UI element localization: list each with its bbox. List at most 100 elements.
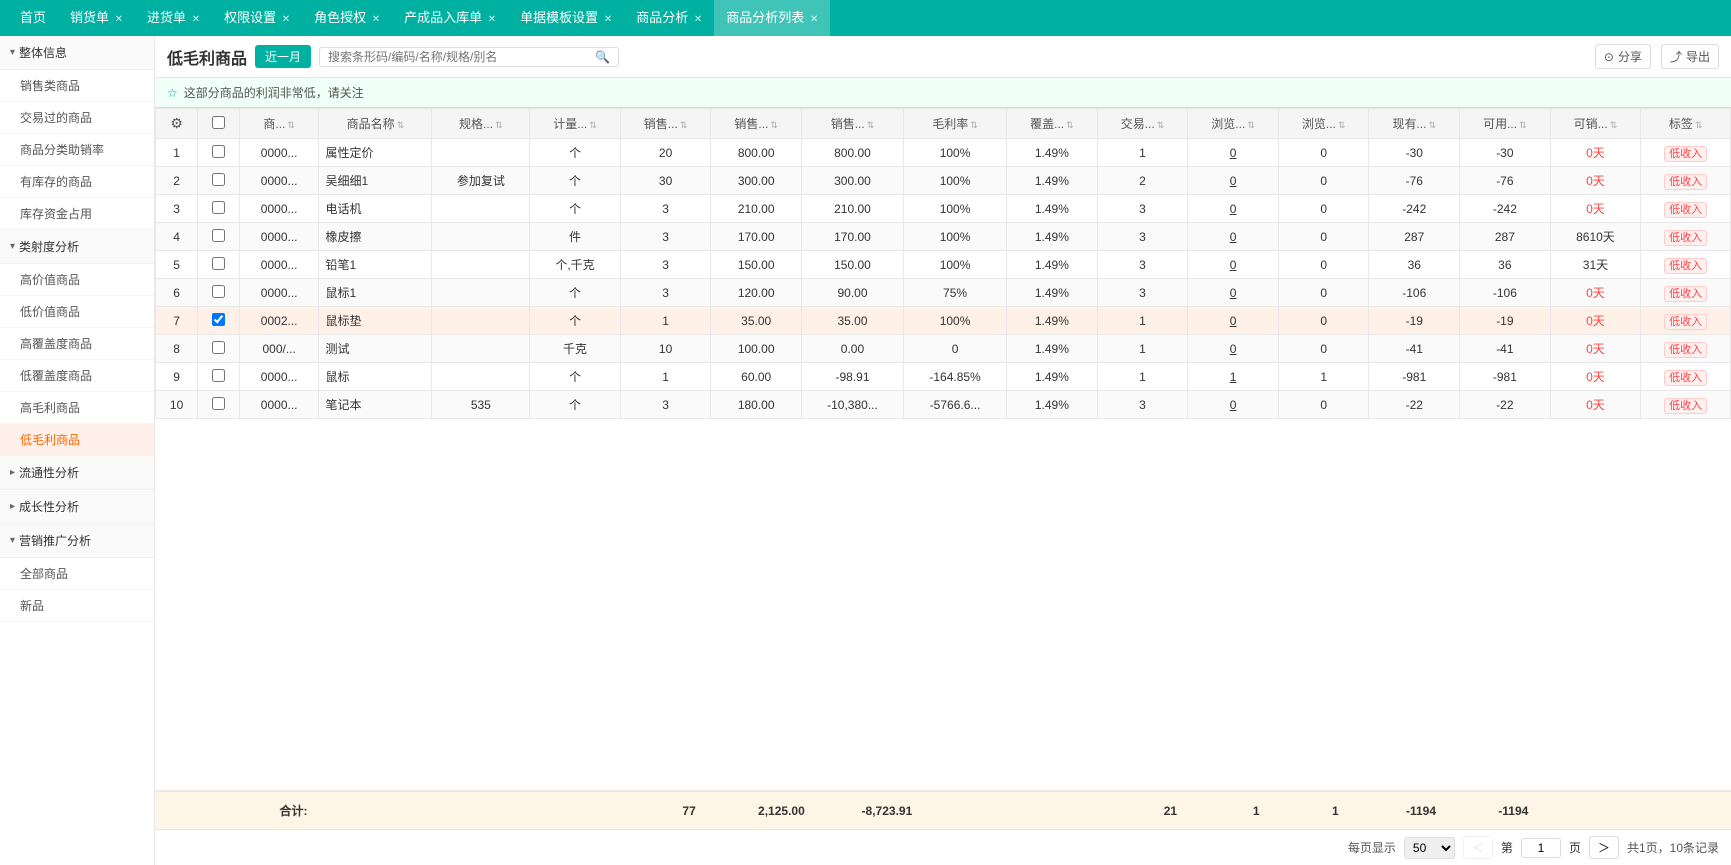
sidebar-group-analysis[interactable]: ▾ 类射度分析 — [0, 230, 154, 264]
row-checkbox[interactable] — [212, 201, 225, 214]
cell-spec: 参加复试 — [432, 167, 530, 195]
close-template-icon[interactable]: ✕ — [604, 14, 612, 25]
sidebar-item-low-value[interactable]: 低价值商品 — [0, 296, 154, 328]
cell-browse1[interactable]: 1 — [1188, 363, 1279, 391]
col-sales-price-header[interactable]: 销售...⇅ — [711, 109, 802, 139]
col-browse1-header[interactable]: 浏览...⇅ — [1188, 109, 1279, 139]
col-browse2-header[interactable]: 浏览...⇅ — [1278, 109, 1369, 139]
close-analysis-icon[interactable]: ✕ — [694, 14, 702, 25]
close-purchase-order-icon[interactable]: ✕ — [192, 14, 200, 25]
row-checkbox[interactable] — [212, 257, 225, 270]
col-spec-header[interactable]: 规格...⇅ — [432, 109, 530, 139]
col-sales-amount-header[interactable]: 销售...⇅ — [801, 109, 903, 139]
sidebar-item-stocked-products[interactable]: 有库存的商品 — [0, 166, 154, 198]
cell-checkbox[interactable] — [198, 251, 240, 279]
sidebar-group-overall[interactable]: ▾ 整体信息 — [0, 36, 154, 70]
cell-checkbox[interactable] — [198, 223, 240, 251]
col-settings[interactable]: ⚙ — [156, 109, 198, 139]
prev-page-button[interactable]: ＜ — [1463, 836, 1493, 859]
sidebar-item-stock-capital[interactable]: 库存资金占用 — [0, 198, 154, 230]
nav-product-inbound[interactable]: 产成品入库单 ✕ — [392, 0, 508, 36]
search-box[interactable]: 🔍 — [319, 47, 619, 67]
cell-browse1[interactable]: 0 — [1188, 391, 1279, 419]
cell-checkbox[interactable] — [198, 307, 240, 335]
sidebar-item-all-products[interactable]: 全部商品 — [0, 558, 154, 590]
col-current-header[interactable]: 现有...⇅ — [1369, 109, 1460, 139]
cell-browse1[interactable]: 0 — [1188, 167, 1279, 195]
cell-sales-qty: 3 — [620, 223, 711, 251]
col-available-header[interactable]: 可用...⇅ — [1460, 109, 1551, 139]
cell-checkbox[interactable] — [198, 335, 240, 363]
cell-checkbox[interactable] — [198, 279, 240, 307]
sidebar-group-flow[interactable]: ▸ 流通性分析 — [0, 456, 154, 490]
export-button[interactable]: ⤴ 导出 — [1661, 44, 1719, 69]
close-analysis-list-icon[interactable]: ✕ — [810, 14, 818, 25]
select-all-checkbox[interactable] — [212, 116, 225, 129]
nav-analysis-list[interactable]: 商品分析列表 ✕ — [714, 0, 830, 36]
col-code-header[interactable]: 商...⇅ — [239, 109, 319, 139]
cell-browse1[interactable]: 0 — [1188, 251, 1279, 279]
close-product-inbound-icon[interactable]: ✕ — [488, 14, 496, 25]
sidebar-group-growth[interactable]: ▸ 成长性分析 — [0, 490, 154, 524]
close-permission-icon[interactable]: ✕ — [282, 14, 290, 25]
sidebar-group-marketing[interactable]: ▾ 营销推广分析 — [0, 524, 154, 558]
nav-role-auth[interactable]: 角色授权 ✕ — [302, 0, 392, 36]
nav-purchase-order[interactable]: 进货单 ✕ — [135, 0, 212, 36]
col-unit-header[interactable]: 计量...⇅ — [530, 109, 621, 139]
sidebar-item-new-products[interactable]: 新品 — [0, 590, 154, 622]
col-tag-header[interactable]: 标签⇅ — [1641, 109, 1731, 139]
cell-browse1[interactable]: 0 — [1188, 195, 1279, 223]
share-button[interactable]: ⊙ 分享 — [1595, 44, 1651, 69]
nav-product-analysis[interactable]: 商品分析 ✕ — [624, 0, 714, 36]
page-input[interactable] — [1521, 838, 1561, 858]
per-page-select[interactable]: 50 20 100 — [1404, 837, 1455, 859]
sidebar-item-low-coverage[interactable]: 低覆盖度商品 — [0, 360, 154, 392]
col-saleable-header[interactable]: 可销...⇅ — [1550, 109, 1641, 139]
column-settings-button[interactable]: ⚙ — [170, 115, 183, 132]
cell-browse1[interactable]: 0 — [1188, 307, 1279, 335]
sidebar-item-high-value[interactable]: 高价值商品 — [0, 264, 154, 296]
sidebar-item-traded-products[interactable]: 交易过的商品 — [0, 102, 154, 134]
row-checkbox[interactable] — [212, 285, 225, 298]
sidebar-item-low-margin[interactable]: 低毛利商品 — [0, 424, 154, 456]
close-sales-order-icon[interactable]: ✕ — [115, 14, 123, 25]
close-role-icon[interactable]: ✕ — [372, 14, 380, 25]
col-trade-header[interactable]: 交易...⇅ — [1097, 109, 1188, 139]
next-page-button[interactable]: ＞ — [1589, 836, 1619, 859]
row-checkbox[interactable] — [212, 369, 225, 382]
sidebar-item-sales-products[interactable]: 销售类商品 — [0, 70, 154, 102]
date-filter-button[interactable]: 近一月 — [255, 45, 311, 68]
nav-sales-order[interactable]: 销货单 ✕ — [58, 0, 135, 36]
cell-checkbox[interactable] — [198, 167, 240, 195]
cell-browse1[interactable]: 0 — [1188, 223, 1279, 251]
search-icon[interactable]: 🔍 — [595, 50, 610, 64]
nav-home[interactable]: 首页 — [8, 0, 58, 36]
nav-template-settings[interactable]: 单据模板设置 ✕ — [508, 0, 624, 36]
col-checkbox-header[interactable] — [198, 109, 240, 139]
sidebar-item-category-rate[interactable]: 商品分类助销率 — [0, 134, 154, 166]
col-sales-qty-header[interactable]: 销售...⇅ — [620, 109, 711, 139]
row-checkbox[interactable] — [212, 313, 225, 326]
sidebar-item-high-coverage[interactable]: 高覆盖度商品 — [0, 328, 154, 360]
cell-checkbox[interactable] — [198, 139, 240, 167]
cell-checkbox[interactable] — [198, 195, 240, 223]
cell-browse1[interactable]: 0 — [1188, 335, 1279, 363]
row-checkbox[interactable] — [212, 173, 225, 186]
sidebar-item-high-margin[interactable]: 高毛利商品 — [0, 392, 154, 424]
row-checkbox[interactable] — [212, 397, 225, 410]
col-coverage-header[interactable]: 覆盖...⇅ — [1007, 109, 1098, 139]
cell-checkbox[interactable] — [198, 391, 240, 419]
cell-browse1[interactable]: 0 — [1188, 279, 1279, 307]
cell-browse1[interactable]: 0 — [1188, 139, 1279, 167]
table-container[interactable]: ⚙ 商...⇅ 商品名称⇅ 规格...⇅ 计量...⇅ 销售...⇅ 销售...… — [155, 108, 1731, 790]
nav-permission-settings[interactable]: 权限设置 ✕ — [212, 0, 302, 36]
cell-checkbox[interactable] — [198, 363, 240, 391]
search-input[interactable] — [328, 50, 595, 64]
cell-gross-rate: 100% — [904, 167, 1007, 195]
col-gross-rate-header[interactable]: 毛利率⇅ — [904, 109, 1007, 139]
cell-sales-amount: 210.00 — [801, 195, 903, 223]
col-name-header[interactable]: 商品名称⇅ — [319, 109, 432, 139]
row-checkbox[interactable] — [212, 145, 225, 158]
row-checkbox[interactable] — [212, 341, 225, 354]
row-checkbox[interactable] — [212, 229, 225, 242]
